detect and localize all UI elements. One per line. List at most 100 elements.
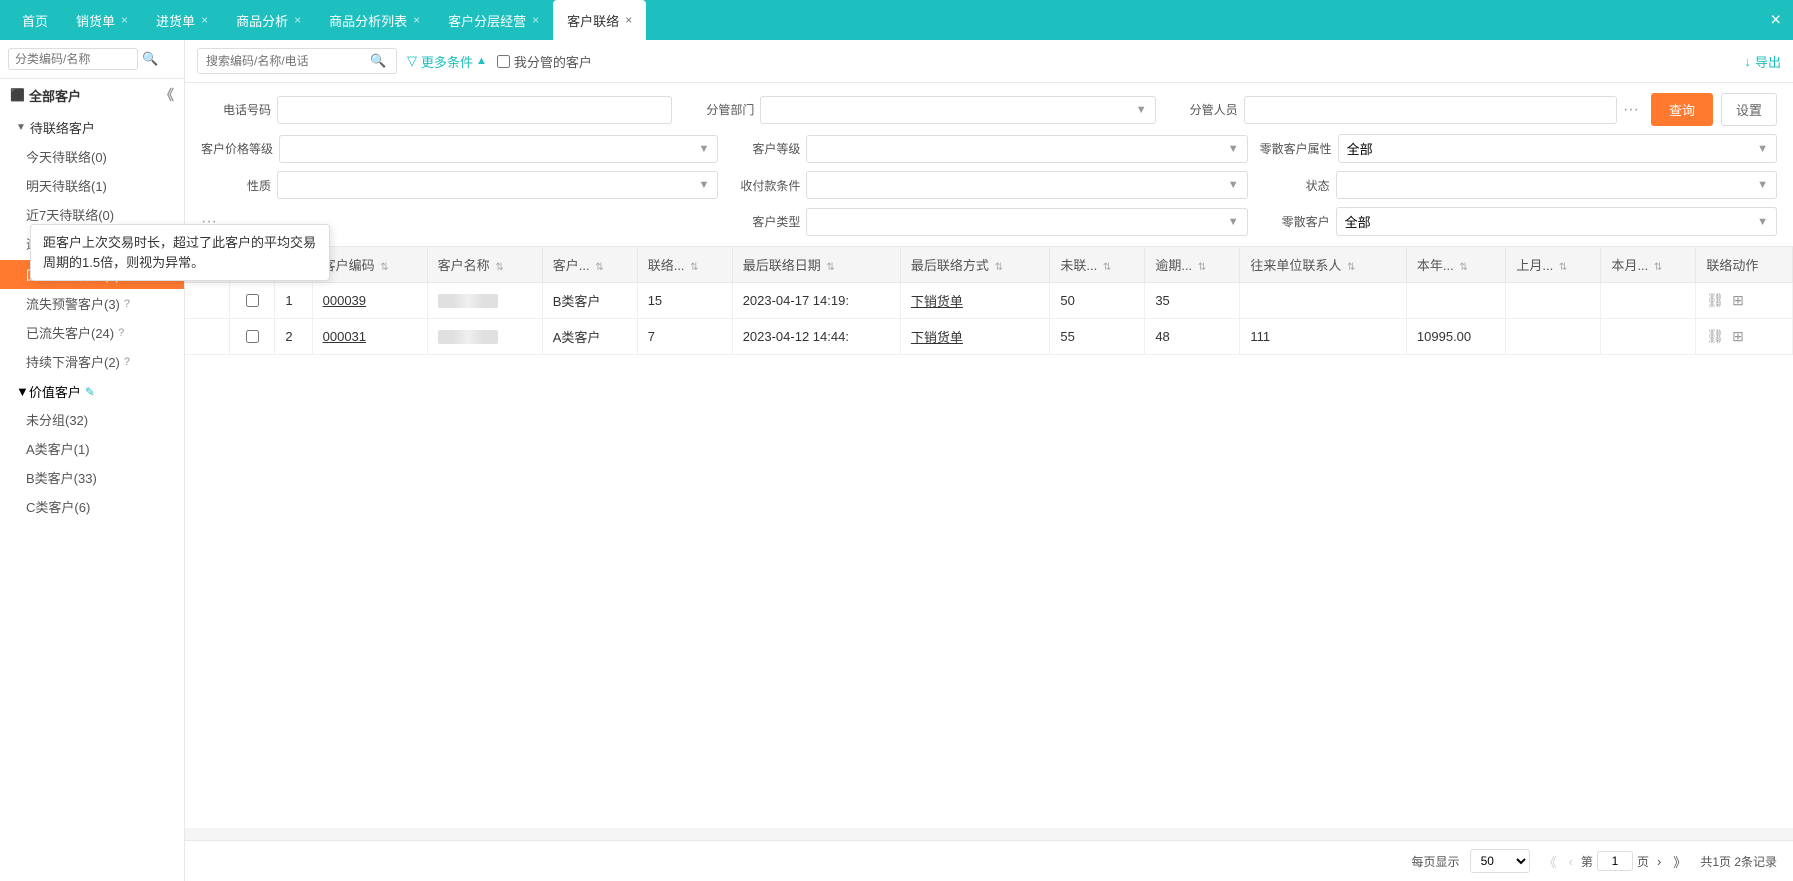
col-this-month[interactable]: 本月... ⇅ — [1601, 247, 1696, 283]
row2-action-link-icon[interactable]: ⛓ — [1706, 328, 1724, 345]
nav-product-list-close[interactable]: × — [413, 13, 420, 27]
sort-icon-thisyear: ⇅ — [1459, 262, 1467, 273]
nav-sales[interactable]: 销货单 × — [62, 0, 142, 40]
value-group-edit-icon[interactable]: ✎ — [85, 385, 95, 399]
pending-group-header[interactable]: ▼ 待联络客户 — [0, 113, 184, 142]
nav-sales-close[interactable]: × — [121, 13, 128, 27]
top-nav: 首页 销货单 × 进货单 × 商品分析 × 商品分析列表 × 客户分层经营 × … — [0, 0, 1793, 40]
help-icon-churned[interactable]: ? — [118, 327, 124, 339]
help-icon-declining[interactable]: ? — [124, 356, 130, 368]
my-customers-checkbox[interactable]: 我分管的客户 — [497, 52, 592, 71]
page-input[interactable] — [1597, 851, 1633, 871]
col-name[interactable]: 客户名称 ⇅ — [427, 247, 542, 283]
filter-phone-input[interactable] — [277, 96, 672, 124]
row2-action-grid-icon[interactable]: ⊞ — [1732, 328, 1744, 345]
row1-check[interactable] — [246, 294, 259, 307]
export-btn[interactable]: ↓ 导出 — [1744, 52, 1781, 71]
filter-manager-dots[interactable]: ··· — [1623, 101, 1639, 119]
col-overdue[interactable]: 逾期... ⇅ — [1145, 247, 1240, 283]
col-contact-count[interactable]: 联络... ⇅ — [637, 247, 732, 283]
export-icon: ↓ — [1744, 54, 1751, 69]
filter-customer-type-select[interactable]: ▼ — [806, 208, 1247, 236]
row1-checkbox[interactable] — [230, 283, 275, 319]
first-page-btn[interactable]: 《 — [1540, 850, 1561, 873]
row1-code[interactable]: 000039 — [312, 283, 427, 319]
sidebar-item-unclassified[interactable]: 未分组(32) — [0, 405, 184, 434]
filter-status-select[interactable]: ▼ — [1336, 171, 1777, 199]
nav-customer-contact-close[interactable]: × — [625, 13, 632, 27]
nav-customer-tier-close[interactable]: × — [532, 13, 539, 27]
filter-manager-label: 分管人员 — [1168, 101, 1238, 118]
row1-last-method[interactable]: 下销货单 — [900, 283, 1049, 319]
row2-check[interactable] — [246, 330, 259, 343]
sidebar-item-tomorrow[interactable]: 明天待联络(1) — [0, 171, 184, 200]
col-type[interactable]: 客户... ⇅ — [542, 247, 637, 283]
filter-scatter-attr-label: 零散客户属性 — [1260, 140, 1332, 157]
filter-scatter-attr-select[interactable]: 全部 ▼ — [1338, 134, 1777, 163]
sidebar-item-class-c[interactable]: C类客户(6) — [0, 492, 184, 521]
row2-code[interactable]: 000031 — [312, 319, 427, 355]
sidebar-item-class-b[interactable]: B类客户(33) — [0, 463, 184, 492]
row1-action-link-icon[interactable]: ⛓ — [1706, 292, 1724, 309]
sidebar-item-declining[interactable]: 持续下滑客户(2) ? — [0, 347, 184, 376]
col-last-month[interactable]: 上月... ⇅ — [1506, 247, 1601, 283]
sidebar-item-today[interactable]: 今天待联络(0) — [0, 142, 184, 171]
sidebar-search-icon[interactable]: 🔍 — [142, 51, 158, 67]
help-icon-churn-warning[interactable]: ? — [124, 298, 130, 310]
filter-customer-level-select[interactable]: ▼ — [806, 135, 1247, 163]
more-conditions-btn[interactable]: ▽ 更多条件 ▲ — [407, 52, 487, 71]
row2-overdue: 48 — [1145, 319, 1240, 355]
nav-customer-tier[interactable]: 客户分层经营 × — [434, 0, 553, 40]
row2-last-month — [1506, 319, 1601, 355]
search-input[interactable] — [206, 54, 366, 68]
row1-name — [427, 283, 542, 319]
nav-purchase[interactable]: 进货单 × — [142, 0, 222, 40]
prev-page-btn[interactable]: ‹ — [1565, 852, 1577, 871]
sidebar-item-churn-warning[interactable]: 流失预警客户(3) ? — [0, 289, 184, 318]
sort-icon-contact: ⇅ — [690, 262, 698, 273]
row1-overdue: 35 — [1145, 283, 1240, 319]
sidebar-item-churned[interactable]: 已流失客户(24) ? — [0, 318, 184, 347]
nav-product-analysis-close[interactable]: × — [294, 13, 301, 27]
filter-nature-select[interactable]: ▼ — [277, 171, 718, 199]
row1-index: 1 — [275, 283, 312, 319]
expand-icon: ⬛ — [10, 88, 25, 102]
row2-checkbox[interactable] — [230, 319, 275, 355]
collapse-sidebar-btn[interactable]: 《 — [160, 85, 174, 105]
filter-scatter-cust-label: 零散客户 — [1260, 213, 1330, 230]
next-page-btn[interactable]: › — [1653, 852, 1665, 871]
filter-payment-select[interactable]: ▼ — [806, 171, 1247, 199]
sidebar-item-class-a[interactable]: A类客户(1) — [0, 434, 184, 463]
nav-customer-contact[interactable]: 客户联络 × — [553, 0, 646, 40]
horizontal-scrollbar[interactable] — [185, 828, 1793, 840]
per-page-select[interactable]: 50 100 200 — [1470, 849, 1530, 873]
row1-action-grid-icon[interactable]: ⊞ — [1732, 292, 1744, 309]
row2-last-method[interactable]: 下销货单 — [900, 319, 1049, 355]
window-close-button[interactable]: × — [1770, 10, 1781, 31]
query-btn[interactable]: 查询 — [1651, 93, 1713, 126]
my-customers-check[interactable] — [497, 55, 510, 68]
sidebar-search-input[interactable] — [8, 48, 138, 70]
col-this-year[interactable]: 本年... ⇅ — [1406, 247, 1505, 283]
nav-product-list[interactable]: 商品分析列表 × — [315, 0, 434, 40]
col-action: 联络动作 — [1696, 247, 1793, 283]
filter-price-select[interactable]: ▼ — [279, 135, 718, 163]
col-uncontacted[interactable]: 未联... ⇅ — [1050, 247, 1145, 283]
col-contact-person[interactable]: 往来单位联系人 ⇅ — [1240, 247, 1407, 283]
nav-home[interactable]: 首页 — [8, 0, 62, 40]
search-icon[interactable]: 🔍 — [370, 53, 386, 69]
settings-btn[interactable]: 设置 — [1721, 93, 1777, 126]
last-page-btn[interactable]: 》 — [1669, 850, 1690, 873]
sort-icon-overdue: ⇅ — [1198, 262, 1206, 273]
filter-scatter-attr: 零散客户属性 全部 ▼ — [1260, 134, 1777, 163]
col-last-date[interactable]: 最后联络日期 ⇅ — [732, 247, 900, 283]
filter-row-1: 电话号码 分管部门 ▼ 分管人员 ··· 查询 设置 — [201, 93, 1777, 126]
nav-purchase-close[interactable]: × — [201, 13, 208, 27]
filter-scatter-cust-select[interactable]: 全部 ▼ — [1336, 207, 1777, 236]
per-page-label: 每页显示 — [1412, 853, 1460, 870]
nav-product-analysis[interactable]: 商品分析 × — [222, 0, 315, 40]
filter-dept-select[interactable]: ▼ — [760, 96, 1155, 124]
filter-manager-input[interactable] — [1244, 96, 1617, 124]
col-last-method[interactable]: 最后联络方式 ⇅ — [900, 247, 1049, 283]
sort-icon-contact-person: ⇅ — [1347, 262, 1355, 273]
